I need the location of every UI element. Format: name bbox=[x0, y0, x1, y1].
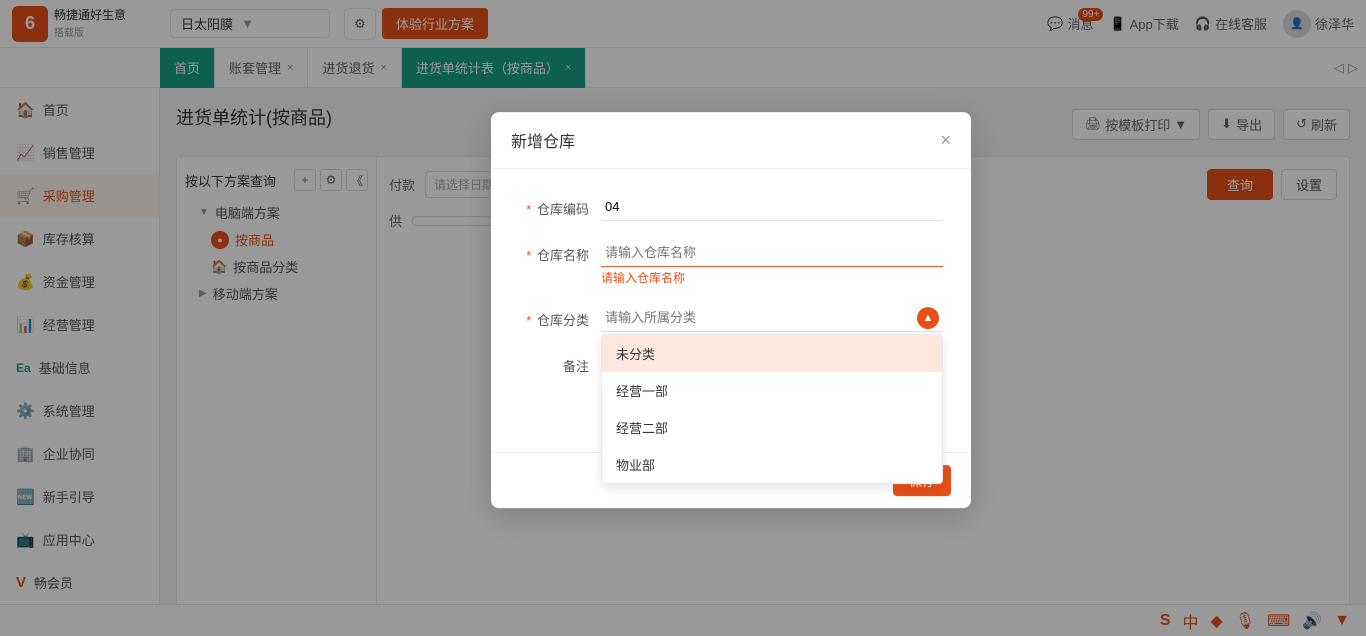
modal-body: * 仓库编码 * 仓库名称 请输入仓库名称 * 仓库分类 bbox=[491, 169, 971, 452]
code-input-wrapper bbox=[601, 193, 943, 221]
modal-close-button[interactable]: × bbox=[940, 130, 951, 151]
category-select-wrapper: ▲ 未分类 经营一部 经营二部 物业部 bbox=[601, 304, 943, 332]
code-label: * 仓库编码 bbox=[519, 193, 589, 218]
name-input-wrapper: 请输入仓库名称 bbox=[601, 239, 943, 286]
new-warehouse-modal: 新增仓库 × * 仓库编码 * 仓库名称 请输入仓库名称 bbox=[491, 112, 971, 508]
category-dropdown: 未分类 经营一部 经营二部 物业部 bbox=[601, 334, 943, 484]
required-star-code: * bbox=[526, 202, 531, 217]
name-label: * 仓库名称 bbox=[519, 239, 589, 264]
form-row-category: * 仓库分类 ▲ 未分类 经营一部 经营二部 物业部 bbox=[519, 304, 943, 332]
name-input[interactable] bbox=[601, 239, 943, 267]
dropdown-item-property[interactable]: 物业部 bbox=[602, 446, 942, 483]
modal-header: 新增仓库 × bbox=[491, 112, 971, 169]
dropdown-item-ops2[interactable]: 经营二部 bbox=[602, 409, 942, 446]
modal-title: 新增仓库 bbox=[511, 128, 575, 152]
code-input[interactable] bbox=[601, 193, 943, 221]
dropdown-item-uncategorized[interactable]: 未分类 bbox=[602, 335, 942, 372]
form-row-name: * 仓库名称 请输入仓库名称 bbox=[519, 239, 943, 286]
remark-label: 备注 bbox=[519, 350, 589, 375]
required-star-category: * bbox=[526, 313, 531, 328]
category-label: * 仓库分类 bbox=[519, 304, 589, 329]
dropdown-item-ops1[interactable]: 经营一部 bbox=[602, 372, 942, 409]
category-dropdown-arrow[interactable]: ▲ bbox=[917, 307, 939, 329]
required-star-name: * bbox=[526, 248, 531, 263]
category-input[interactable] bbox=[601, 304, 943, 332]
name-error-message: 请输入仓库名称 bbox=[601, 269, 943, 286]
form-row-code: * 仓库编码 bbox=[519, 193, 943, 221]
